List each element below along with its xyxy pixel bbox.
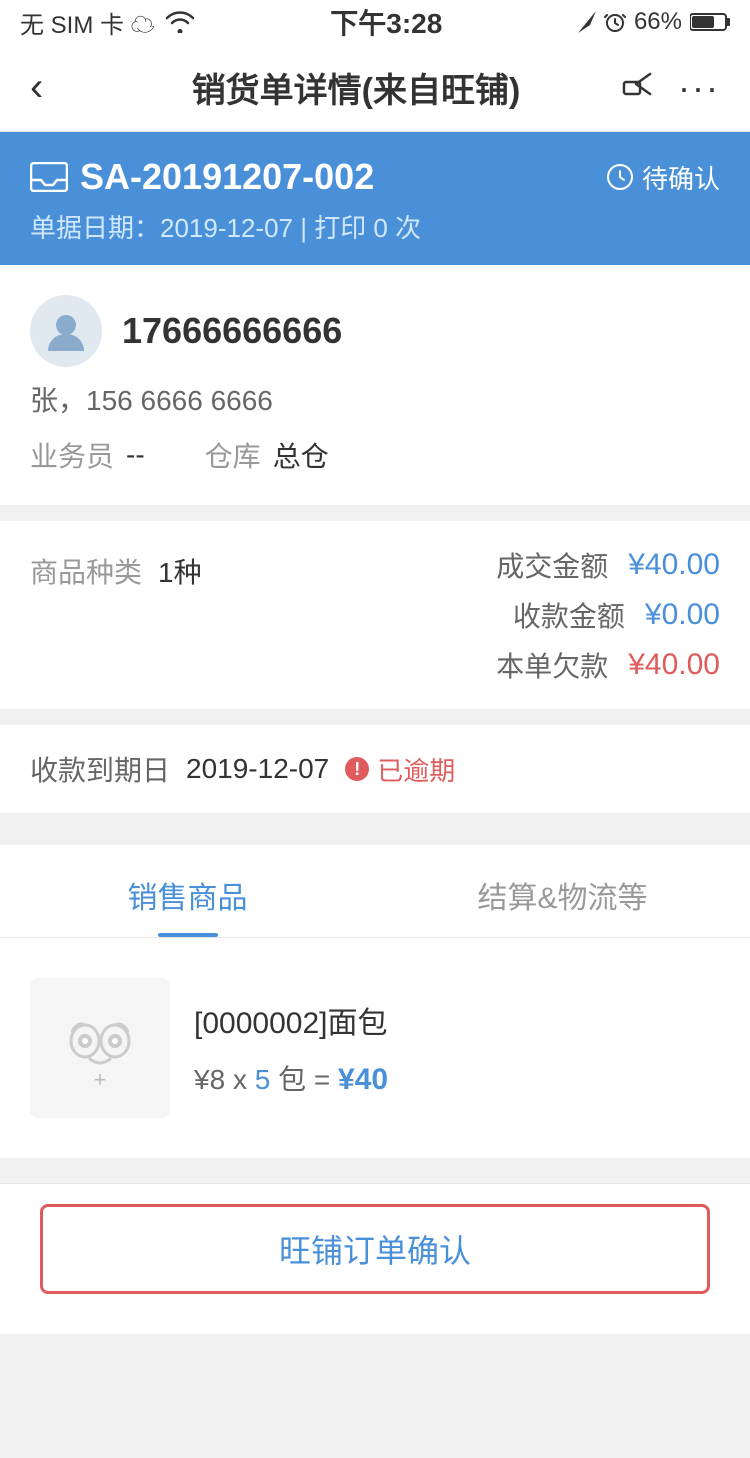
page-title: 销货单详情(来自旺铺) xyxy=(192,63,521,112)
order-id: SA-20191207-002 xyxy=(30,156,374,198)
product-item: + [0000002]面包 ¥8 x 5 包 = ¥40 xyxy=(30,958,720,1138)
product-total: ¥40 xyxy=(338,1063,388,1096)
back-button[interactable]: ‹ xyxy=(30,65,90,110)
order-header: SA-20191207-002 待确认 单据日期：2019-12-07 | 打印… xyxy=(0,132,750,265)
amounts-row: 商品种类 1种 成交金额 ¥40.00 收款金额 ¥0.00 本单欠款 ¥40.… xyxy=(30,545,720,685)
person-icon xyxy=(44,309,88,353)
product-type: 商品种类 1种 xyxy=(30,545,202,591)
deal-amount-label: 成交金额 xyxy=(496,545,608,585)
deal-amount-value: ¥40.00 xyxy=(628,548,720,582)
product-img-inner: + xyxy=(60,1003,140,1093)
nav-bar: ‹ 销货单详情(来自旺铺) ··· xyxy=(0,44,750,132)
product-name: [0000002]面包 xyxy=(194,998,720,1042)
product-logo-icon xyxy=(60,1003,140,1073)
confirm-button[interactable]: 旺铺订单确认 xyxy=(40,1204,710,1294)
customer-phone: 17666666666 xyxy=(122,310,342,352)
overdue-badge: ! 已逾期 xyxy=(345,751,455,788)
wifi-icon xyxy=(165,11,195,33)
overdue-dot-icon: ! xyxy=(345,757,369,781)
overdue-text: 已逾期 xyxy=(377,751,455,788)
product-image: + xyxy=(30,978,170,1118)
salesperson-value: -- xyxy=(126,439,145,471)
customer-section: 17666666666 张，156 6666 6666 业务员 -- 仓库 总仓 xyxy=(0,265,750,505)
customer-name: 张，156 6666 6666 xyxy=(30,379,720,419)
status-right: 66% xyxy=(578,8,730,36)
avatar xyxy=(30,295,102,367)
product-price-row: ¥8 x 5 包 = ¥40 xyxy=(194,1058,720,1098)
alarm-icon xyxy=(604,11,626,33)
salesperson-meta: 业务员 -- xyxy=(30,435,145,475)
received-label: 收款金额 xyxy=(513,595,625,635)
tab-products-label: 销售商品 xyxy=(128,882,248,915)
equals-sign: = xyxy=(314,1064,338,1095)
location-icon xyxy=(578,11,596,33)
order-id-row: SA-20191207-002 待确认 xyxy=(30,156,720,198)
warehouse-meta: 仓库 总仓 xyxy=(205,435,329,475)
due-label: 收款到期日 xyxy=(30,749,170,789)
status-left: 无 SIM 卡 ☁ xyxy=(20,5,195,40)
type-value: 1种 xyxy=(158,551,202,591)
product-logo-plus: + xyxy=(94,1067,107,1093)
received-value: ¥0.00 xyxy=(645,598,720,632)
tab-settlement-label: 结算&物流等 xyxy=(477,882,647,915)
product-info: [0000002]面包 ¥8 x 5 包 = ¥40 xyxy=(194,998,720,1098)
deal-amount-line: 成交金额 ¥40.00 xyxy=(496,545,720,585)
product-price: ¥8 xyxy=(194,1064,225,1095)
order-icon xyxy=(30,162,68,192)
confirm-button-label: 旺铺订单确认 xyxy=(279,1226,471,1272)
product-section: + [0000002]面包 ¥8 x 5 包 = ¥40 xyxy=(0,938,750,1158)
tabs-row: 销售商品 结算&物流等 xyxy=(0,845,750,938)
status-time: 下午3:28 xyxy=(330,2,442,42)
due-date-value: 2019-12-07 xyxy=(186,753,329,785)
tabs-section: 销售商品 结算&物流等 xyxy=(0,845,750,938)
type-label: 商品种类 xyxy=(30,551,142,591)
due-date-section: 收款到期日 2019-12-07 ! 已逾期 xyxy=(0,725,750,813)
share-icon[interactable] xyxy=(622,70,658,106)
amounts-section: 商品种类 1种 成交金额 ¥40.00 收款金额 ¥0.00 本单欠款 ¥40.… xyxy=(0,521,750,709)
tab-settlement[interactable]: 结算&物流等 xyxy=(375,845,750,937)
debt-label: 本单欠款 xyxy=(496,645,608,685)
debt-amount-line: 本单欠款 ¥40.00 xyxy=(496,645,720,685)
customer-top: 17666666666 xyxy=(30,295,720,367)
order-status: 待确认 xyxy=(606,159,720,196)
product-qty: 5 xyxy=(255,1064,271,1095)
product-unit: 包 xyxy=(278,1064,306,1095)
battery-icon xyxy=(690,11,730,33)
salesperson-label: 业务员 xyxy=(30,435,114,475)
bottom-bar: 旺铺订单确认 xyxy=(0,1183,750,1334)
nav-actions: ··· xyxy=(622,67,720,109)
received-amount-line: 收款金额 ¥0.00 xyxy=(513,595,720,635)
amounts-right: 成交金额 ¥40.00 收款金额 ¥0.00 本单欠款 ¥40.00 xyxy=(496,545,720,685)
warehouse-value: 总仓 xyxy=(273,435,329,475)
battery-text: 66% xyxy=(634,8,682,36)
customer-meta: 业务员 -- 仓库 总仓 xyxy=(30,435,720,475)
signal-text: 无 SIM 卡 ☁ xyxy=(20,5,155,40)
clock-icon xyxy=(606,163,634,191)
order-date: 单据日期：2019-12-07 | 打印 0 次 xyxy=(30,208,720,245)
tab-products[interactable]: 销售商品 xyxy=(0,845,375,937)
debt-value: ¥40.00 xyxy=(628,648,720,682)
warehouse-label: 仓库 xyxy=(205,435,261,475)
more-button[interactable]: ··· xyxy=(678,67,720,109)
section-separator xyxy=(0,829,750,845)
price-separator: x xyxy=(233,1064,255,1095)
status-bar: 无 SIM 卡 ☁ 下午3:28 66% xyxy=(0,0,750,44)
